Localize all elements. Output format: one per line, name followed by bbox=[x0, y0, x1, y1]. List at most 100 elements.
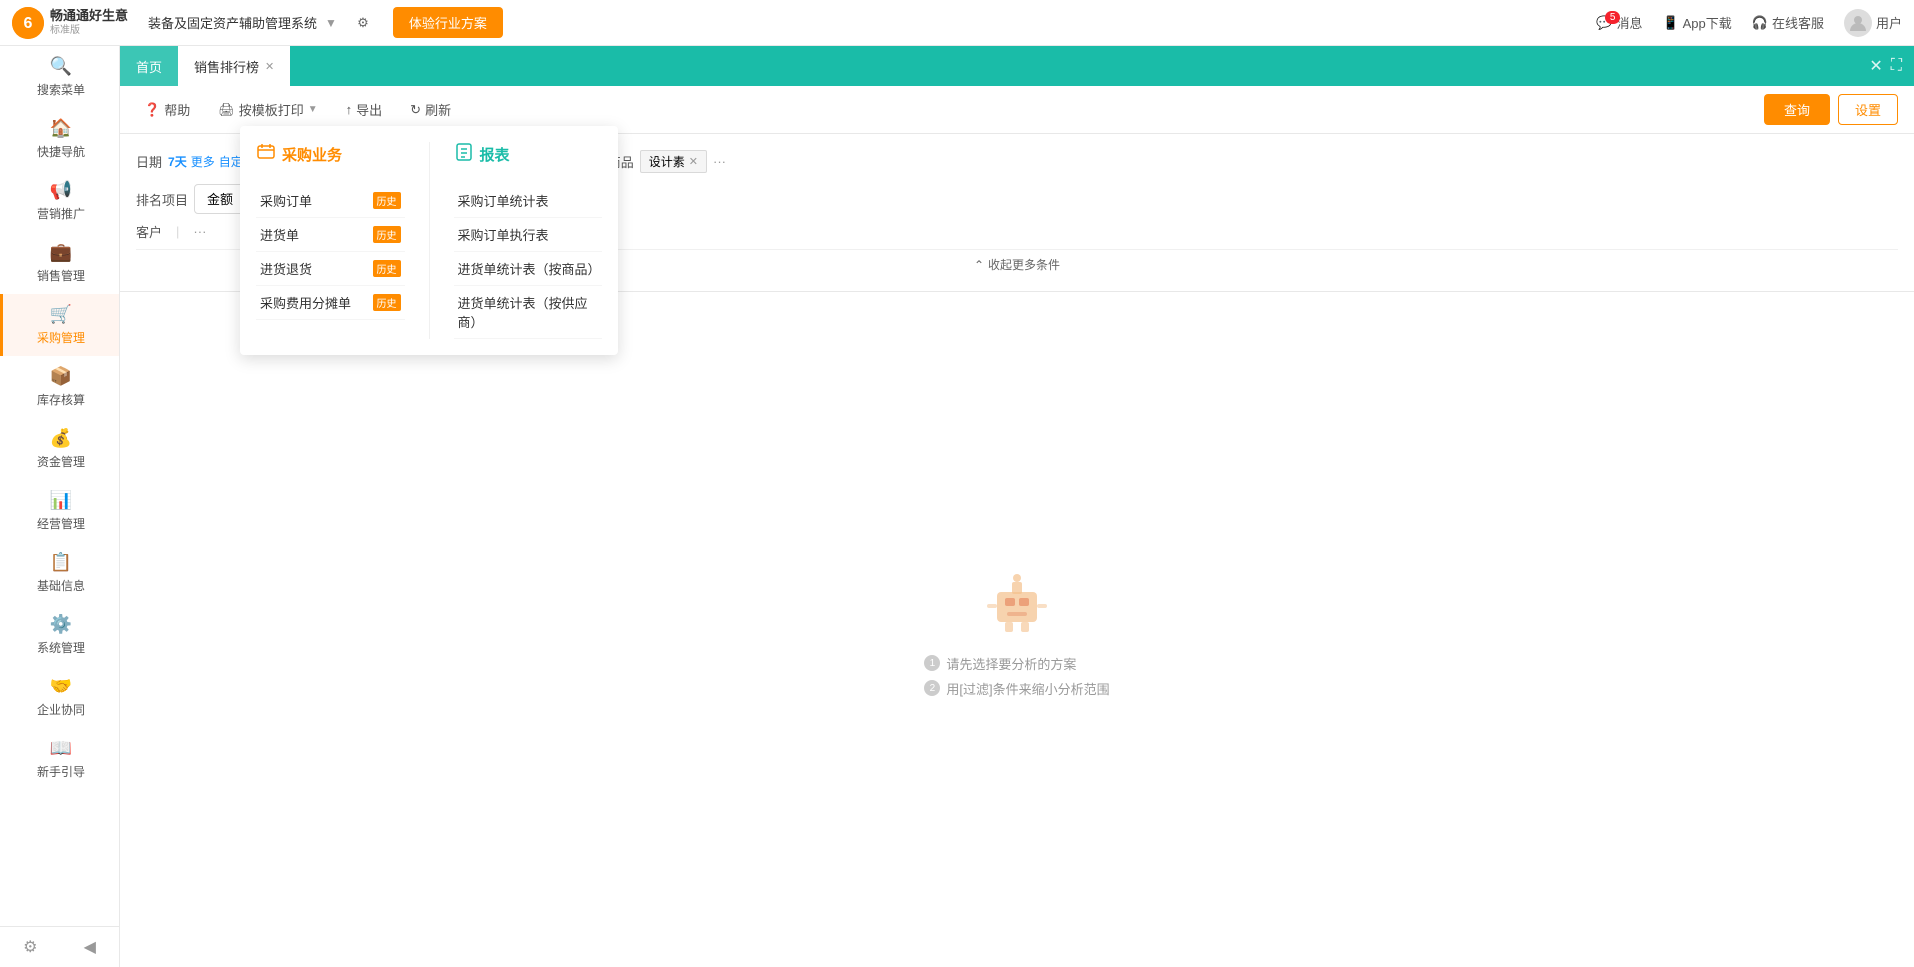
date-label: 日期 bbox=[136, 152, 162, 171]
empty-tips: 1 请先选择要分析的方案 2 用[过滤]条件来缩小分析范围 bbox=[924, 654, 1109, 698]
sidebar-item-enterprise[interactable]: 🤝 企业协同 bbox=[0, 666, 119, 728]
tab-bar-actions: ✕ ⛶ bbox=[1869, 56, 1914, 76]
app-title: 装备及固定资产辅助管理系统 ▼ ⚙ 体验行业方案 bbox=[148, 7, 503, 38]
purchase-section-icon bbox=[256, 142, 276, 166]
refresh-icon: ↻ bbox=[410, 102, 421, 118]
sidebar-item-funds[interactable]: 💰 资金管理 bbox=[0, 418, 119, 480]
history-badge-3: 历史 bbox=[373, 294, 401, 311]
home-icon: 🏠 bbox=[50, 118, 72, 139]
tab-home[interactable]: 首页 bbox=[120, 46, 178, 86]
dropdown-item-purchase-order[interactable]: 采购订单 历史 bbox=[256, 184, 405, 218]
sidebar-item-search[interactable]: 🔍 搜索菜单 bbox=[0, 46, 119, 108]
customer-label: 客户 bbox=[136, 222, 162, 241]
tab-expand-button[interactable]: ⛶ bbox=[1891, 57, 1902, 75]
app-logo: 6 bbox=[12, 7, 44, 39]
chart-icon: 📊 bbox=[50, 490, 72, 511]
phone-icon: 📱 bbox=[1662, 15, 1678, 31]
refresh-button[interactable]: ↻ 刷新 bbox=[402, 96, 459, 123]
message-item[interactable]: 💬 5 消息 bbox=[1596, 13, 1642, 32]
purchase-section-title: 采购业务 bbox=[256, 142, 405, 172]
sidebar-item-quick-nav[interactable]: 🏠 快捷导航 bbox=[0, 108, 119, 170]
svg-text:6: 6 bbox=[24, 15, 33, 32]
tab-close-all-button[interactable]: ✕ bbox=[1869, 56, 1882, 76]
export-button[interactable]: ↑ 导出 bbox=[338, 96, 391, 123]
user-item[interactable]: 用户 bbox=[1844, 9, 1902, 37]
dropdown-item-purchase-exec[interactable]: 采购订单执行表 bbox=[454, 218, 603, 252]
tip-num-2: 2 bbox=[924, 680, 940, 696]
goods-tag-close[interactable]: ✕ bbox=[689, 155, 698, 168]
export-icon: ↑ bbox=[346, 102, 353, 117]
tab-sales-rank[interactable]: 销售排行榜 ✕ bbox=[178, 46, 290, 86]
tab-bar: 首页 销售排行榜 ✕ ✕ ⛶ bbox=[120, 46, 1914, 86]
shortcut-7days[interactable]: 7天 bbox=[168, 153, 187, 170]
logo-area: 6 畅通通好生意 标准版 bbox=[12, 7, 132, 39]
dropdown-item-expense[interactable]: 采购费用分摊单 历史 bbox=[256, 286, 405, 320]
industry-button[interactable]: 体验行业方案 bbox=[393, 7, 503, 38]
collapse-icon: ⌃ bbox=[974, 258, 984, 272]
online-service-item[interactable]: 🎧 在线客服 bbox=[1752, 13, 1824, 32]
sidebar-collapse-button[interactable]: ◀ bbox=[84, 937, 96, 957]
query-button[interactable]: 查询 bbox=[1764, 94, 1830, 125]
purchase-dropdown-menu: 采购业务 采购订单 历史 进货单 历史 进货退货 历史 bbox=[240, 126, 618, 355]
sidebar-item-purchase[interactable]: 🛒 采购管理 bbox=[0, 294, 119, 356]
sidebar: 🔍 搜索菜单 🏠 快捷导航 📢 营销推广 💼 销售管理 🛒 采购管理 📦 库存核… bbox=[0, 46, 120, 967]
sidebar-bottom: ⚙ ◀ bbox=[0, 926, 119, 967]
report-section-title: 报表 bbox=[454, 142, 603, 172]
history-badge-2: 历史 bbox=[373, 260, 401, 277]
empty-state: 1 请先选择要分析的方案 2 用[过滤]条件来缩小分析范围 bbox=[120, 292, 1914, 967]
sidebar-item-operations[interactable]: 📊 经营管理 bbox=[0, 480, 119, 542]
book-icon: 📖 bbox=[50, 738, 72, 759]
purchase-column: 采购业务 采购订单 历史 进货单 历史 进货退货 历史 bbox=[256, 142, 405, 339]
tip-text-2: 用[过滤]条件来缩小分析范围 bbox=[946, 679, 1109, 698]
report-section-icon bbox=[454, 142, 474, 166]
tip-num-1: 1 bbox=[924, 655, 940, 671]
settings-button[interactable]: 设置 bbox=[1838, 94, 1898, 125]
content-panel: ❓ 帮助 🖨 按模板打印 ▼ ↑ 导出 ↻ 刷新 bbox=[120, 86, 1914, 967]
cart-icon: 🛒 bbox=[50, 304, 72, 325]
goods-tag: 设计素 ✕ bbox=[640, 150, 707, 173]
dropdown-item-receipt-stat-goods[interactable]: 进货单统计表（按商品） bbox=[454, 252, 603, 286]
main-layout: 🔍 搜索菜单 🏠 快捷导航 📢 营销推广 💼 销售管理 🛒 采购管理 📦 库存核… bbox=[0, 46, 1914, 967]
sidebar-settings-button[interactable]: ⚙ bbox=[23, 937, 37, 957]
headset-icon: 🎧 bbox=[1752, 15, 1768, 31]
filter-customer: 客户 | ··· bbox=[136, 222, 206, 241]
app-settings-button[interactable]: ⚙ bbox=[349, 9, 377, 37]
help-icon: ❓ bbox=[144, 102, 160, 118]
title-dropdown-arrow[interactable]: ▼ bbox=[325, 16, 337, 30]
handshake-icon: 🤝 bbox=[50, 676, 72, 697]
dropdown-item-receipt-stat-supplier[interactable]: 进货单统计表（按供应商） bbox=[454, 286, 603, 339]
help-button[interactable]: ❓ 帮助 bbox=[136, 96, 198, 123]
tip-text-1: 请先选择要分析的方案 bbox=[946, 654, 1076, 673]
sidebar-item-marketing[interactable]: 📢 营销推广 bbox=[0, 170, 119, 232]
money-icon: 💰 bbox=[50, 428, 72, 449]
briefcase-icon: 💼 bbox=[50, 242, 72, 263]
dropdown-item-purchase-stat[interactable]: 采购订单统计表 bbox=[454, 184, 603, 218]
sidebar-item-base-info[interactable]: 📋 基础信息 bbox=[0, 542, 119, 604]
dropdown-item-return[interactable]: 进货退货 历史 bbox=[256, 252, 405, 286]
print-icon: 🖨 bbox=[218, 102, 235, 118]
search-icon: 🔍 bbox=[50, 56, 72, 77]
sidebar-item-system[interactable]: ⚙️ 系统管理 bbox=[0, 604, 119, 666]
toolbar-right: 查询 设置 bbox=[1764, 94, 1898, 125]
goods-more[interactable]: ··· bbox=[713, 154, 726, 169]
print-dropdown-arrow[interactable]: ▼ bbox=[308, 104, 318, 115]
gear-icon: ⚙️ bbox=[50, 614, 72, 635]
sidebar-item-inventory[interactable]: 📦 库存核算 bbox=[0, 356, 119, 418]
empty-tip-1: 1 请先选择要分析的方案 bbox=[924, 654, 1109, 673]
shortcut-more[interactable]: 更多 bbox=[191, 153, 215, 170]
print-button[interactable]: 🖨 按模板打印 ▼ bbox=[210, 96, 325, 123]
box-icon: 📦 bbox=[50, 366, 72, 387]
report-column: 报表 采购订单统计表 采购订单执行表 进货单统计表（按商品） 进货单统计表（按供… bbox=[454, 142, 603, 339]
sidebar-item-guide[interactable]: 📖 新手引导 bbox=[0, 728, 119, 790]
speaker-icon: 📢 bbox=[50, 180, 72, 201]
customer-more[interactable]: ··· bbox=[193, 224, 206, 239]
empty-illustration bbox=[977, 562, 1057, 642]
tab-close-button[interactable]: ✕ bbox=[265, 60, 274, 73]
header-right: 💬 5 消息 📱 App下载 🎧 在线客服 用户 bbox=[1596, 9, 1902, 37]
top-header: 6 畅通通好生意 标准版 装备及固定资产辅助管理系统 ▼ ⚙ 体验行业方案 💬 … bbox=[0, 0, 1914, 46]
app-download-item[interactable]: 📱 App下载 bbox=[1662, 13, 1731, 32]
list-icon: 📋 bbox=[50, 552, 72, 573]
dropdown-item-receipt[interactable]: 进货单 历史 bbox=[256, 218, 405, 252]
sidebar-item-sales[interactable]: 💼 销售管理 bbox=[0, 232, 119, 294]
rank-label: 排名项目 bbox=[136, 190, 188, 209]
